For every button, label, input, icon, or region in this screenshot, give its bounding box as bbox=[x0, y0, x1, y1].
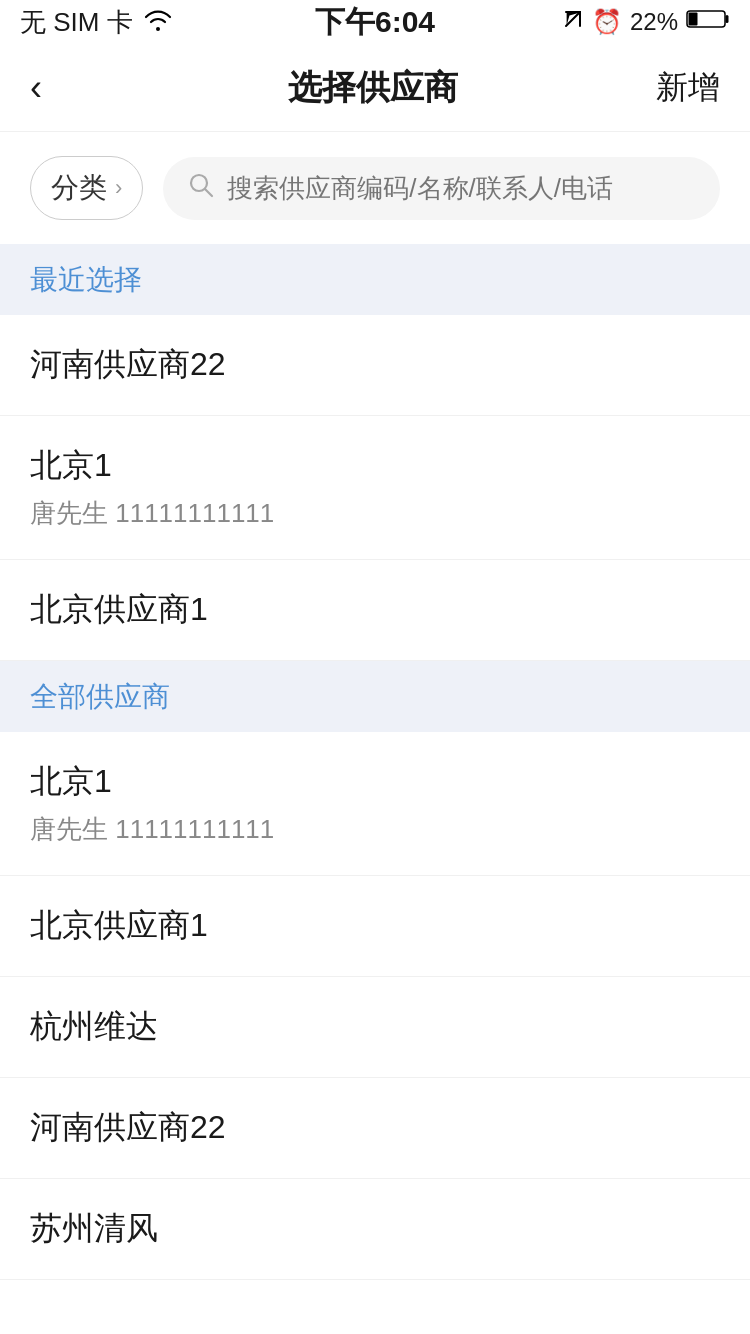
svg-rect-1 bbox=[726, 15, 729, 23]
nav-bar: ‹ 选择供应商 新增 bbox=[0, 44, 750, 132]
recent-header-text: 最近选择 bbox=[30, 264, 142, 295]
all-header-text: 全部供应商 bbox=[30, 681, 170, 712]
list-item[interactable]: 苏州清风 bbox=[0, 1179, 750, 1280]
status-bar: 无 SIM 卡 下午6:04 ⏰ 22% bbox=[0, 0, 750, 44]
battery-icon bbox=[686, 8, 730, 36]
category-button[interactable]: 分类 › bbox=[30, 156, 143, 220]
back-button[interactable]: ‹ bbox=[30, 67, 90, 109]
chevron-right-icon: › bbox=[115, 175, 122, 201]
page-title: 选择供应商 bbox=[288, 65, 458, 111]
category-label: 分类 bbox=[51, 169, 107, 207]
list-item[interactable]: 北京供应商1 bbox=[0, 876, 750, 977]
search-input[interactable] bbox=[227, 173, 696, 204]
location-icon bbox=[562, 8, 584, 36]
status-icons: ⏰ 22% bbox=[562, 8, 730, 36]
item-name: 北京供应商1 bbox=[30, 904, 720, 948]
item-name: 河南供应商22 bbox=[30, 1106, 720, 1150]
status-carrier: 无 SIM 卡 bbox=[20, 5, 173, 40]
item-name: 杭州维达 bbox=[30, 1005, 720, 1049]
item-name: 北京1 bbox=[30, 444, 720, 488]
recent-section-header: 最近选择 bbox=[0, 244, 750, 315]
item-sub: 唐先生 11111111111 bbox=[30, 812, 720, 847]
search-wrapper bbox=[163, 157, 720, 220]
alarm-icon: ⏰ bbox=[592, 8, 622, 36]
svg-rect-2 bbox=[689, 13, 698, 26]
item-name: 北京供应商1 bbox=[30, 588, 720, 632]
list-item[interactable]: 北京1 唐先生 11111111111 bbox=[0, 416, 750, 560]
item-name: 河南供应商22 bbox=[30, 343, 720, 387]
all-items-list: 北京1 唐先生 11111111111 北京供应商1 杭州维达河南供应商22 苏州清… bbox=[0, 732, 750, 1280]
add-button[interactable]: 新增 bbox=[656, 66, 720, 110]
list-item[interactable]: 北京1 唐先生 11111111111 bbox=[0, 732, 750, 876]
svg-line-4 bbox=[205, 189, 212, 196]
list-item[interactable]: 河南供应商22 bbox=[0, 1078, 750, 1179]
list-item[interactable]: 北京供应商1 bbox=[0, 560, 750, 661]
battery-text: 22% bbox=[630, 8, 678, 36]
wifi-icon bbox=[143, 7, 173, 38]
search-area: 分类 › bbox=[0, 132, 750, 244]
status-time: 下午6:04 bbox=[315, 2, 435, 43]
search-icon bbox=[187, 171, 215, 206]
all-section-header: 全部供应商 bbox=[0, 661, 750, 732]
item-name: 北京1 bbox=[30, 760, 720, 804]
recent-items-list: 河南供应商22 北京1 唐先生 11111111111 北京供应商1 bbox=[0, 315, 750, 661]
item-sub: 唐先生 11111111111 bbox=[30, 496, 720, 531]
list-item[interactable]: 杭州维达 bbox=[0, 977, 750, 1078]
carrier-text: 无 SIM 卡 bbox=[20, 5, 133, 40]
list-item[interactable]: 河南供应商22 bbox=[0, 315, 750, 416]
item-name: 苏州清风 bbox=[30, 1207, 720, 1251]
